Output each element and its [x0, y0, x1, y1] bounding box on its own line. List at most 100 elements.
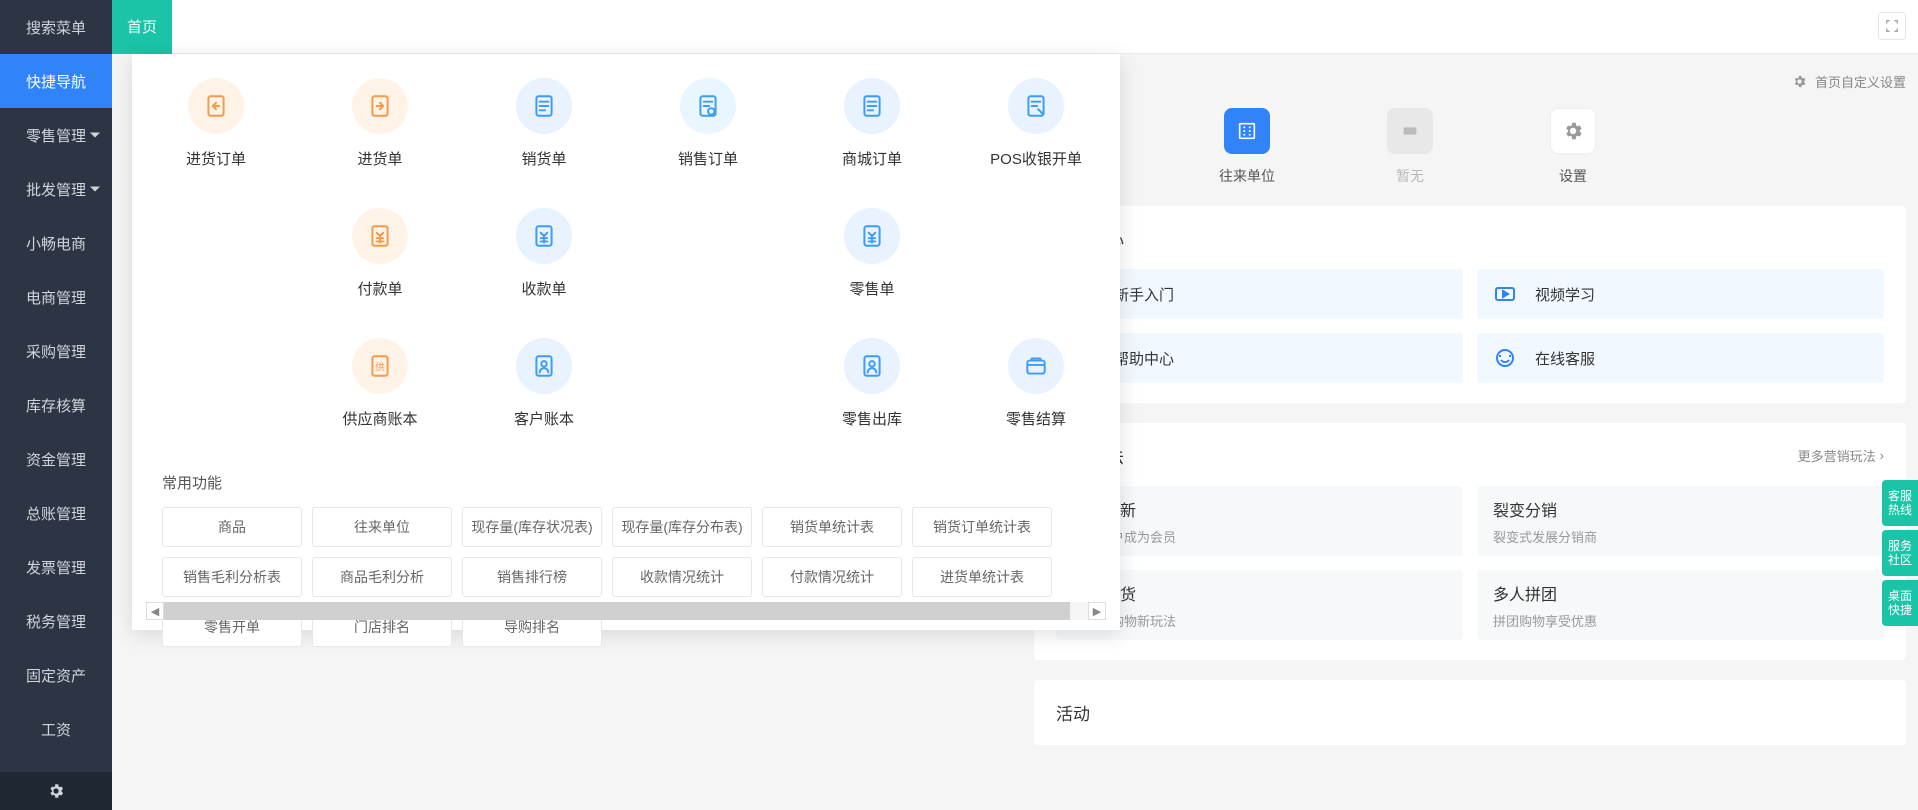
flow-node-label: 进货单 — [357, 148, 402, 169]
sidebar-item-7[interactable]: 库存核算 — [0, 378, 112, 432]
flow-node-7[interactable]: 收款单 — [462, 208, 626, 338]
flow-node-5[interactable]: POS收银开单 — [954, 78, 1118, 208]
doc-edit-icon — [1008, 78, 1064, 134]
chevron-down-icon — [90, 187, 100, 192]
flow-node-6[interactable]: 付款单 — [298, 208, 462, 338]
common-fn-0[interactable]: 商品 — [162, 507, 302, 547]
sidebar-item-2[interactable]: 零售管理 — [0, 108, 112, 162]
sidebar-item-13[interactable]: 工资 — [0, 702, 112, 756]
scroll-thumb[interactable] — [164, 602, 1070, 620]
flow-node-label: 供应商账本 — [342, 408, 417, 429]
homepage-custom-settings[interactable]: 首页自定义设置 — [1034, 66, 1906, 96]
flow-node-2[interactable]: 销货单 — [462, 78, 626, 208]
sidebar-settings[interactable] — [0, 772, 112, 810]
fullscreen-button[interactable] — [1878, 12, 1906, 40]
gear-icon — [47, 782, 65, 800]
flow-node-9[interactable]: 供供应商账本 — [298, 338, 462, 468]
flow-node-8[interactable]: 零售单 — [790, 208, 954, 338]
common-fn-3[interactable]: 现存量(库存分布表) — [612, 507, 752, 547]
marketing-card-subtitle: 拼团购物享受优惠 — [1493, 611, 1868, 630]
marketing-card-1[interactable]: 裂变分销裂变式发展分销商 — [1477, 486, 1884, 556]
common-fn-1[interactable]: 往来单位 — [312, 507, 452, 547]
sidebar-item-9[interactable]: 总账管理 — [0, 486, 112, 540]
flow-node-label: 销货单 — [521, 148, 566, 169]
flow-node-label: 付款单 — [357, 278, 402, 299]
sidebar-item-12[interactable]: 固定资产 — [0, 648, 112, 702]
flow-node-label: 进货订单 — [186, 148, 246, 169]
money-icon — [516, 208, 572, 264]
flow-node-label: 零售结算 — [1006, 408, 1066, 429]
flow-node-11[interactable]: 零售出库 — [790, 338, 954, 468]
sidebar-item-label: 电商管理 — [26, 287, 86, 308]
sidebar-item-label: 资金管理 — [26, 449, 86, 470]
scroll-track[interactable] — [164, 602, 1088, 620]
common-fn-5[interactable]: 销货订单统计表 — [912, 507, 1052, 547]
tile-icon — [1550, 108, 1596, 154]
help-item-1[interactable]: 视频学习 — [1477, 269, 1884, 319]
tile-label: 往来单位 — [1219, 166, 1275, 186]
quick-tile-3[interactable]: 设置 — [1523, 108, 1623, 186]
money-icon — [844, 208, 900, 264]
fullscreen-icon — [1885, 19, 1899, 33]
common-fn-8[interactable]: 销售排行榜 — [462, 557, 602, 597]
sidebar-item-8[interactable]: 资金管理 — [0, 432, 112, 486]
sidebar-item-6[interactable]: 采购管理 — [0, 324, 112, 378]
common-fn-6[interactable]: 销售毛利分析表 — [162, 557, 302, 597]
sidebar-item-label: 总账管理 — [26, 503, 86, 524]
sidebar-item-label: 税务管理 — [26, 611, 86, 632]
sidebar-item-10[interactable]: 发票管理 — [0, 540, 112, 594]
sidebar-item-label: 采购管理 — [26, 341, 86, 362]
common-functions-title: 常用功能 — [162, 472, 1112, 493]
common-fn-11[interactable]: 进货单统计表 — [912, 557, 1052, 597]
flow-node-10[interactable]: 客户账本 — [462, 338, 626, 468]
supplier-icon: 供 — [352, 338, 408, 394]
quick-tile-1[interactable]: 往来单位 — [1197, 108, 1297, 186]
marketing-card-subtitle: 吸引用户成为会员 — [1072, 527, 1447, 546]
flow-node-0[interactable]: 进货订单 — [134, 78, 298, 208]
sidebar-item-1[interactable]: 快捷导航 — [0, 54, 112, 108]
flow-node-1[interactable]: 进货单 — [298, 78, 462, 208]
sidebar-item-11[interactable]: 税务管理 — [0, 594, 112, 648]
doc-lock-icon — [680, 78, 736, 134]
float-button-2[interactable]: 桌面快捷 — [1882, 580, 1918, 626]
flow-node-label: 收款单 — [521, 278, 566, 299]
marketing-card-title: 多人拼团 — [1493, 581, 1868, 605]
customer-icon — [516, 338, 572, 394]
sidebar-item-label: 库存核算 — [26, 395, 86, 416]
chevron-right-icon: › — [1880, 448, 1884, 463]
common-fn-7[interactable]: 商品毛利分析 — [312, 557, 452, 597]
flow-node-12[interactable]: 零售结算 — [954, 338, 1118, 468]
out-icon — [844, 338, 900, 394]
common-fn-2[interactable]: 现存量(库存状况表) — [462, 507, 602, 547]
horizontal-scrollbar[interactable]: ◀ ▶ — [146, 602, 1106, 620]
tile-icon — [1224, 108, 1270, 154]
marketing-more-link[interactable]: 更多营销玩法 › — [1798, 446, 1884, 465]
help-item-label: 在线客服 — [1535, 348, 1595, 369]
tab-home[interactable]: 首页 — [112, 0, 172, 54]
float-button-1[interactable]: 服务社区 — [1882, 530, 1918, 576]
common-fn-10[interactable]: 付款情况统计 — [762, 557, 902, 597]
common-fn-4[interactable]: 销货单统计表 — [762, 507, 902, 547]
sidebar-item-0[interactable]: 搜索菜单 — [0, 0, 112, 54]
help-center-card: 帮助中心 新手入门视频学习帮助中心在线客服 — [1034, 206, 1906, 403]
quick-tile-2[interactable]: 暂无 — [1360, 108, 1460, 186]
flow-node-3[interactable]: 销售订单 — [626, 78, 790, 208]
sidebar-item-4[interactable]: 小畅电商 — [0, 216, 112, 270]
common-fn-9[interactable]: 收款情况统计 — [612, 557, 752, 597]
sidebar-item-5[interactable]: 电商管理 — [0, 270, 112, 324]
sidebar-item-label: 固定资产 — [26, 665, 86, 686]
sidebar-item-3[interactable]: 批发管理 — [0, 162, 112, 216]
custom-settings-label: 首页自定义设置 — [1815, 72, 1906, 91]
float-button-0[interactable]: 客服热线 — [1882, 480, 1918, 526]
scroll-left-icon[interactable]: ◀ — [146, 602, 164, 620]
flow-node-label: 零售单 — [849, 278, 894, 299]
marketing-card-3[interactable]: 多人拼团拼团购物享受优惠 — [1477, 570, 1884, 640]
tile-label: 设置 — [1559, 166, 1587, 186]
marketing-card-title: 裂变分销 — [1493, 497, 1868, 521]
right-column: 首页自定义设置 现金流量表往来单位暂无设置 帮助中心 新手入门视频学习帮助中心在… — [1034, 66, 1906, 745]
help-item-3[interactable]: 在线客服 — [1477, 333, 1884, 383]
sidebar-item-label: 批发管理 — [26, 179, 86, 200]
flow-node-4[interactable]: 商城订单 — [790, 78, 954, 208]
scroll-right-icon[interactable]: ▶ — [1088, 602, 1106, 620]
doc-in-icon — [188, 78, 244, 134]
